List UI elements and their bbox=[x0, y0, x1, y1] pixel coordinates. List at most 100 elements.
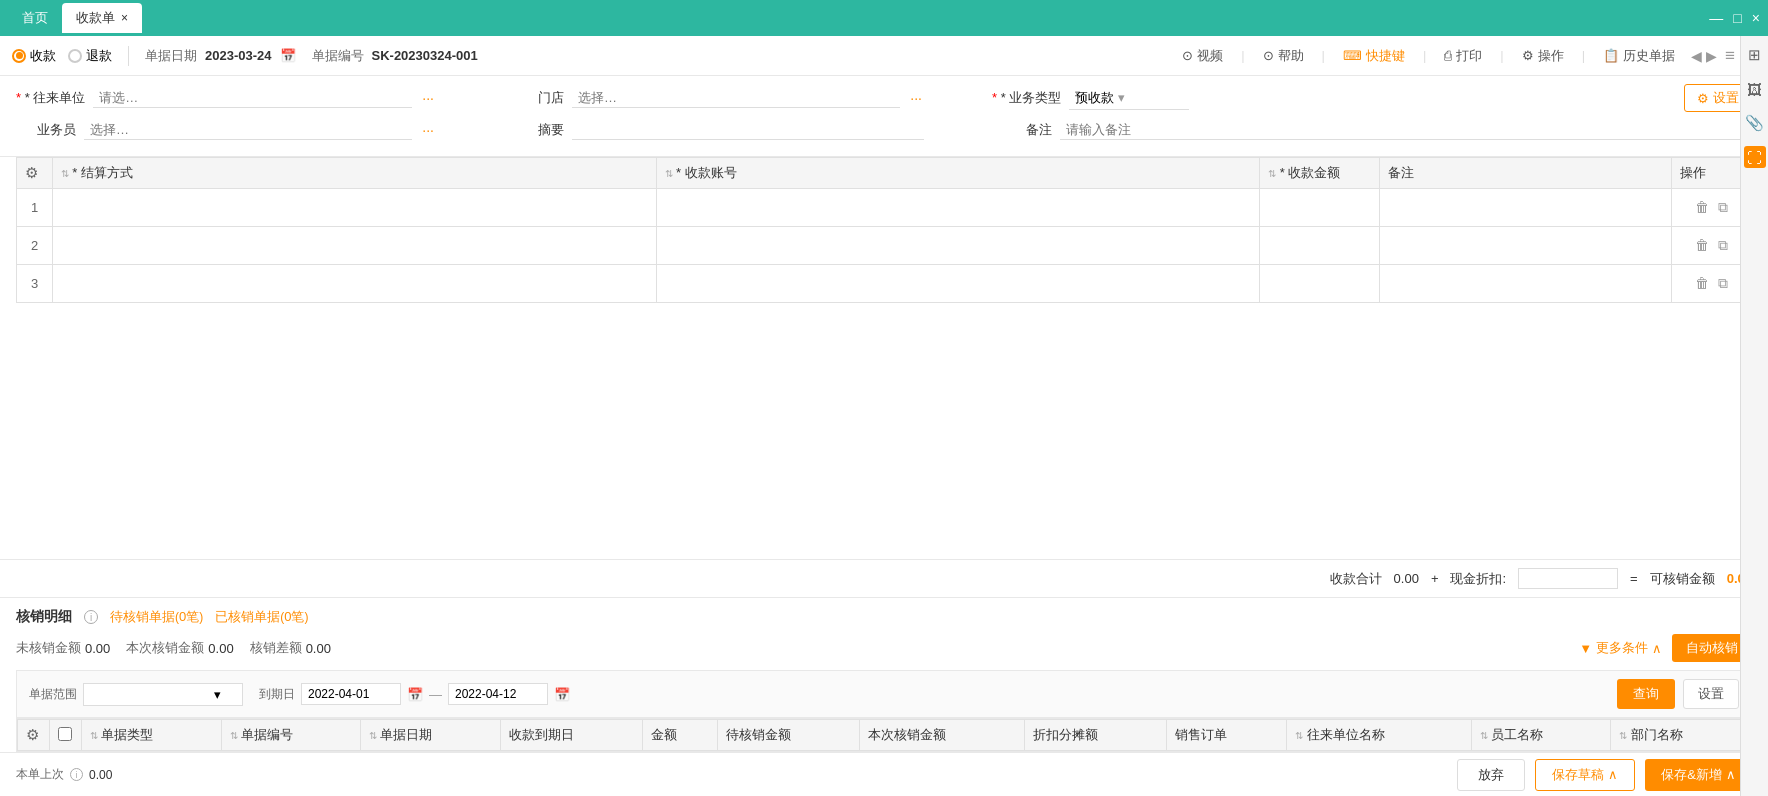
close-btn[interactable]: × bbox=[1752, 10, 1760, 26]
date-from-cal-icon[interactable]: 📅 bbox=[407, 687, 423, 702]
done-writeoff-link[interactable]: 已核销单据(0笔) bbox=[215, 608, 308, 626]
footer-info-icon[interactable]: i bbox=[70, 768, 83, 781]
settings-icon: ⚙ bbox=[1697, 91, 1709, 106]
salesperson-input[interactable] bbox=[84, 120, 412, 140]
bottom-table-section: ⚙ ⇅ 单据类型 ⇅ 单据编号 bbox=[16, 718, 1752, 752]
nav-next-btn[interactable]: ▶ bbox=[1706, 48, 1717, 64]
writeoff-info-icon[interactable]: i bbox=[84, 610, 98, 624]
store-input[interactable] bbox=[572, 88, 900, 108]
tab-home-label: 首页 bbox=[22, 9, 48, 27]
doc-info: 单据日期 2023-03-24 📅 bbox=[145, 47, 296, 65]
history-btn[interactable]: 📋 历史单据 bbox=[1595, 44, 1683, 68]
payment-type-group: 收款 退款 bbox=[12, 47, 112, 65]
date-separator: — bbox=[429, 687, 442, 702]
more-conditions-btn[interactable]: ▼ 更多条件 ∧ bbox=[1579, 639, 1662, 657]
account-no-2[interactable] bbox=[656, 227, 1260, 265]
radio-payment-circle bbox=[12, 49, 26, 63]
help-btn[interactable]: ⊙ 帮助 bbox=[1255, 44, 1312, 68]
delete-icon-1[interactable]: 🗑 bbox=[1695, 199, 1709, 215]
bottom-gear-icon[interactable]: ⚙ bbox=[26, 726, 39, 743]
this-order-val: 0.00 bbox=[89, 768, 112, 782]
form-row-2: 业务员 ··· 摘要 备注 bbox=[16, 120, 1752, 140]
right-sidebar: ⊞ 🖼 📎 ⛶ bbox=[1740, 36, 1768, 796]
summary-input[interactable] bbox=[572, 120, 924, 140]
payment-method-2[interactable] bbox=[53, 227, 657, 265]
counterparty-more-btn[interactable]: ··· bbox=[420, 88, 436, 108]
video-btn[interactable]: ⊙ 视频 bbox=[1174, 44, 1231, 68]
bth-current-amount: 本次核销金额 bbox=[860, 720, 1025, 751]
bth-pending-amount: 待核销金额 bbox=[717, 720, 859, 751]
amount-3[interactable] bbox=[1260, 265, 1380, 303]
date-to-cal-icon[interactable]: 📅 bbox=[554, 687, 570, 702]
nav-prev-btn[interactable]: ◀ bbox=[1691, 48, 1702, 64]
maximize-btn[interactable]: □ bbox=[1733, 10, 1741, 26]
business-type-select[interactable]: 预收款 ▾ bbox=[1069, 87, 1189, 110]
amount-1[interactable] bbox=[1260, 189, 1380, 227]
radio-refund[interactable]: 退款 bbox=[68, 47, 112, 65]
remark-3[interactable] bbox=[1380, 265, 1672, 303]
tab-bar: 首页 收款单 × — □ × bbox=[0, 0, 1768, 36]
sidebar-attach-icon[interactable]: 📎 bbox=[1744, 112, 1766, 134]
tab-active[interactable]: 收款单 × bbox=[62, 3, 142, 33]
range-select[interactable]: ▾ bbox=[83, 683, 243, 706]
copy-icon-2[interactable]: ⧉ bbox=[1718, 237, 1728, 253]
toolbar-divider-1 bbox=[128, 46, 129, 66]
save-new-btn[interactable]: 保存&新增 ∧ bbox=[1645, 759, 1752, 791]
range-dropdown-icon: ▾ bbox=[214, 687, 221, 702]
account-no-3[interactable] bbox=[656, 265, 1260, 303]
shortcut-btn[interactable]: ⌨ 快捷键 bbox=[1335, 44, 1413, 68]
main-container: 收款 退款 单据日期 2023-03-24 📅 单据编号 SK-20230324… bbox=[0, 36, 1768, 796]
select-all-checkbox[interactable] bbox=[58, 727, 72, 741]
save-draft-btn[interactable]: 保存草稿 ∧ bbox=[1535, 759, 1635, 791]
diff-val: 0.00 bbox=[306, 641, 331, 656]
sort-icon: ⇅ bbox=[61, 168, 69, 179]
query-btn[interactable]: 查询 bbox=[1617, 679, 1675, 709]
list-view-btn[interactable]: ≡ bbox=[1725, 46, 1735, 66]
counterparty-input[interactable] bbox=[93, 88, 412, 108]
store-more-btn[interactable]: ··· bbox=[908, 88, 924, 108]
sidebar-table-icon[interactable]: ⊞ bbox=[1744, 44, 1766, 66]
payment-method-3[interactable] bbox=[53, 265, 657, 303]
minimize-btn[interactable]: — bbox=[1709, 10, 1723, 26]
amount-2[interactable] bbox=[1260, 227, 1380, 265]
search-settings-btn[interactable]: 设置 bbox=[1683, 679, 1739, 709]
footer: 本单上次 i 0.00 放弃 保存草稿 ∧ 保存&新增 ∧ bbox=[0, 752, 1768, 796]
copy-icon-1[interactable]: ⧉ bbox=[1718, 199, 1728, 215]
delete-icon-3[interactable]: 🗑 bbox=[1695, 275, 1709, 291]
sidebar-expand-icon[interactable]: ⛶ bbox=[1744, 146, 1766, 168]
account-no-1[interactable] bbox=[656, 189, 1260, 227]
salesperson-field: 业务员 ··· bbox=[16, 120, 436, 140]
calendar-icon[interactable]: 📅 bbox=[280, 48, 296, 63]
remark-1[interactable] bbox=[1380, 189, 1672, 227]
form-row-1: * 往来单位 ··· 门店 ··· * 业务类型 预收款 ▾ ⚙ 设置 bbox=[16, 84, 1752, 112]
row-num-3: 3 bbox=[17, 265, 53, 303]
radio-payment[interactable]: 收款 bbox=[12, 47, 56, 65]
table-gear-icon[interactable]: ⚙ bbox=[25, 164, 38, 181]
date-to-input[interactable] bbox=[448, 683, 548, 705]
th-settings: ⚙ bbox=[17, 158, 53, 189]
payment-table: ⚙ ⇅ * 结算方式 ⇅ * 收款账号 ⇅ * 收款金额 bbox=[16, 157, 1752, 303]
operate-btn[interactable]: ⚙ 操作 bbox=[1514, 44, 1572, 68]
date-from-input[interactable] bbox=[301, 683, 401, 705]
th-amount: ⇅ * 收款金额 bbox=[1260, 158, 1380, 189]
radio-refund-label: 退款 bbox=[86, 47, 112, 65]
payment-method-1[interactable] bbox=[53, 189, 657, 227]
tab-close-btn[interactable]: × bbox=[121, 11, 128, 25]
plus-sign: + bbox=[1431, 571, 1439, 586]
tab-home[interactable]: 首页 bbox=[8, 3, 62, 33]
discount-input[interactable] bbox=[1518, 568, 1618, 589]
remark-input[interactable] bbox=[1060, 120, 1752, 140]
remark-label: 备注 bbox=[992, 121, 1052, 139]
remark-2[interactable] bbox=[1380, 227, 1672, 265]
equals-sign: = bbox=[1630, 571, 1638, 586]
store-label: 门店 bbox=[504, 89, 564, 107]
counterparty-field: * 往来单位 ··· bbox=[16, 88, 436, 108]
copy-icon-3[interactable]: ⧉ bbox=[1718, 275, 1728, 291]
abandon-btn[interactable]: 放弃 bbox=[1457, 759, 1525, 791]
sidebar-image-icon[interactable]: 🖼 bbox=[1744, 78, 1766, 100]
print-btn[interactable]: ⎙ 打印 bbox=[1436, 44, 1490, 68]
bth-counterparty: ⇅ 往来单位名称 bbox=[1287, 720, 1472, 751]
pending-writeoff-link[interactable]: 待核销单据(0笔) bbox=[110, 608, 203, 626]
delete-icon-2[interactable]: 🗑 bbox=[1695, 237, 1709, 253]
salesperson-more-btn[interactable]: ··· bbox=[420, 120, 436, 140]
